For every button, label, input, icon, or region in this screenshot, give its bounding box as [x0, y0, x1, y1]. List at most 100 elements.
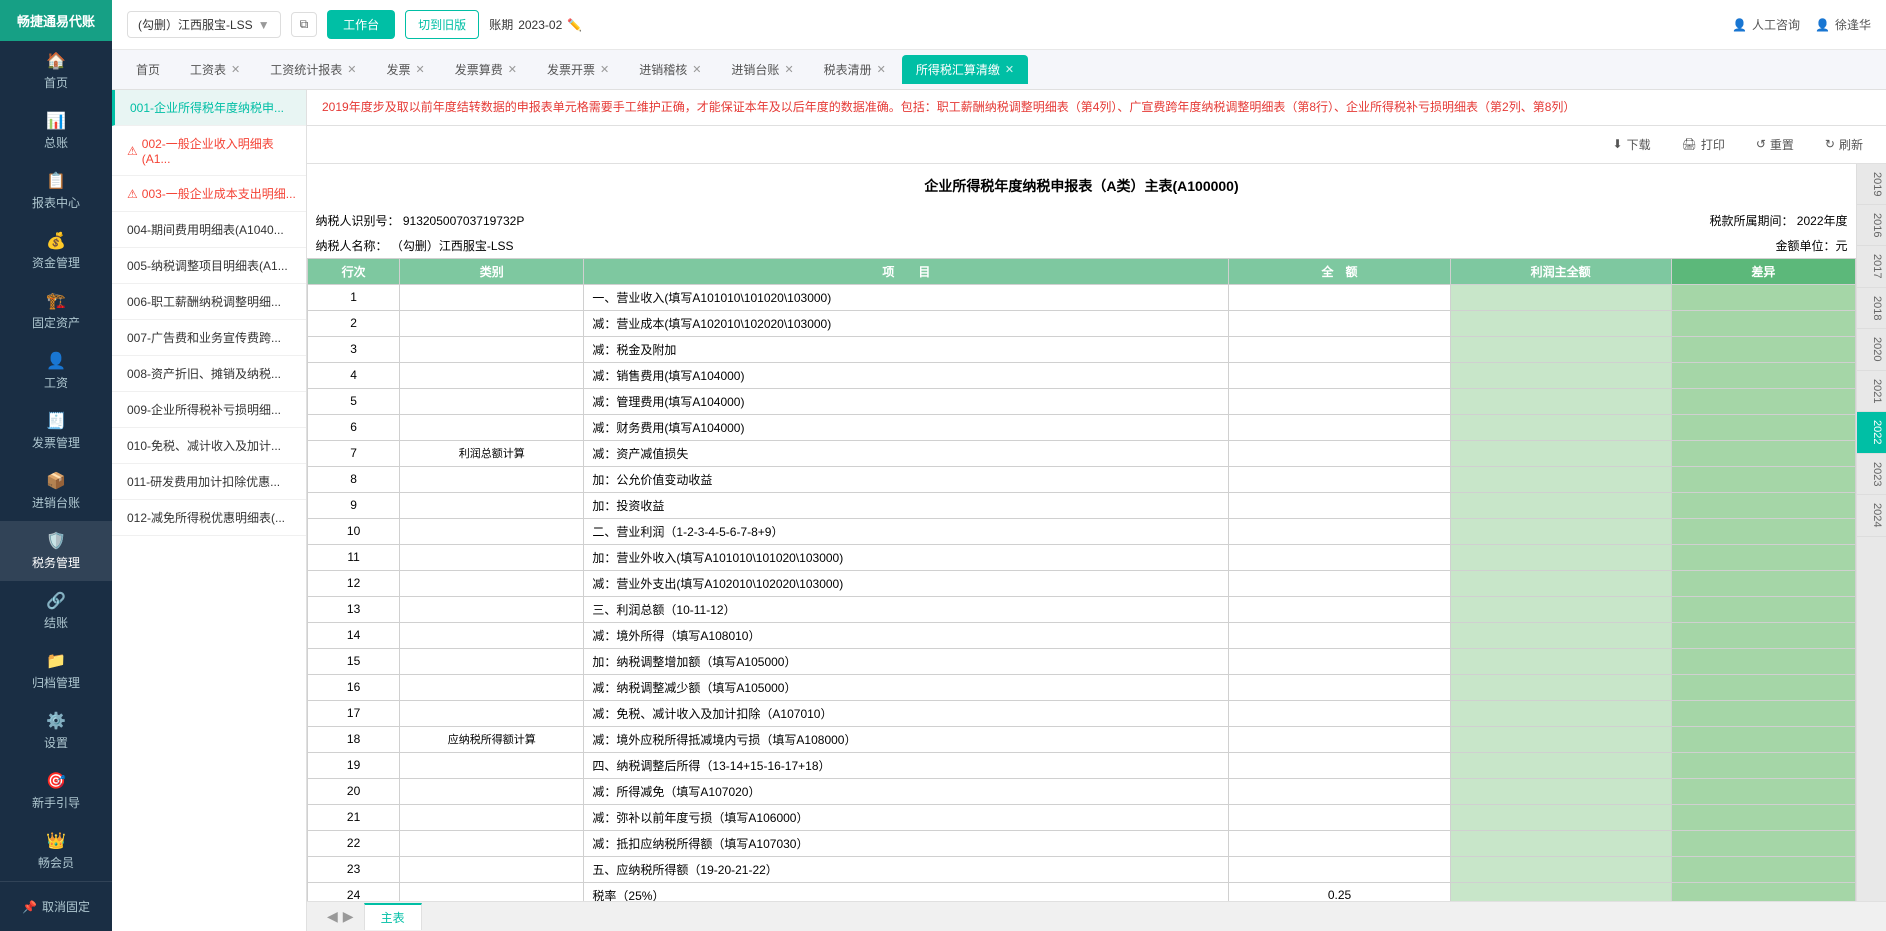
- cell-diff[interactable]: [1671, 648, 1855, 674]
- cell-value[interactable]: [1229, 830, 1450, 856]
- cell-diff[interactable]: [1671, 284, 1855, 310]
- cell-diff[interactable]: [1671, 778, 1855, 804]
- cell-diff[interactable]: [1671, 570, 1855, 596]
- download-button[interactable]: ⬇ 下载: [1605, 132, 1659, 157]
- sidebar-item-guide[interactable]: 🎯 新手引导: [0, 761, 112, 821]
- cell-value[interactable]: [1229, 362, 1450, 388]
- cell-diff[interactable]: [1671, 596, 1855, 622]
- left-item-009[interactable]: 009-企业所得税补亏损明细...: [112, 392, 306, 428]
- cell-profit[interactable]: [1450, 804, 1671, 830]
- cell-value[interactable]: [1229, 466, 1450, 492]
- cell-profit[interactable]: [1450, 856, 1671, 882]
- cell-profit[interactable]: [1450, 622, 1671, 648]
- cell-value[interactable]: [1229, 414, 1450, 440]
- cell-value[interactable]: [1229, 518, 1450, 544]
- cell-value[interactable]: [1229, 700, 1450, 726]
- tab-invoice-open[interactable]: 发票开票 ✕: [533, 55, 623, 84]
- cell-profit[interactable]: [1450, 440, 1671, 466]
- sidebar-item-finance[interactable]: 💰 资金管理: [0, 221, 112, 281]
- cell-diff[interactable]: [1671, 466, 1855, 492]
- cell-profit[interactable]: [1450, 830, 1671, 856]
- cell-diff[interactable]: [1671, 388, 1855, 414]
- cell-profit[interactable]: [1450, 752, 1671, 778]
- print-button[interactable]: 🖨 打印: [1674, 132, 1733, 157]
- left-item-003[interactable]: ⚠ 003-一般企业成本支出明细...: [112, 176, 306, 212]
- sidebar-item-reports[interactable]: 📋 报表中心: [0, 161, 112, 221]
- year-2024[interactable]: 2024: [1857, 495, 1886, 536]
- cell-diff[interactable]: [1671, 414, 1855, 440]
- cell-value[interactable]: [1229, 492, 1450, 518]
- sidebar-item-home[interactable]: 🏠 首页: [0, 41, 112, 101]
- tab-home[interactable]: 首页: [122, 55, 174, 84]
- year-2023[interactable]: 2023: [1857, 454, 1886, 495]
- workbench-button[interactable]: 工作台: [327, 10, 395, 39]
- cell-profit[interactable]: [1450, 700, 1671, 726]
- tab-income-tax[interactable]: 所得税汇算清缴 ✕: [902, 55, 1028, 84]
- ai-consult-button[interactable]: 👤 人工咨询: [1732, 16, 1800, 33]
- left-item-001[interactable]: 001-企业所得税年度纳税申...: [112, 90, 306, 126]
- cell-profit[interactable]: [1450, 388, 1671, 414]
- sidebar-item-invoice-mgmt[interactable]: 🧾 发票管理: [0, 401, 112, 461]
- cell-profit[interactable]: [1450, 284, 1671, 310]
- cell-profit[interactable]: [1450, 336, 1671, 362]
- cell-diff[interactable]: [1671, 882, 1855, 901]
- tab-invoice-calc[interactable]: 发票算费 ✕: [441, 55, 531, 84]
- cell-value[interactable]: [1229, 778, 1450, 804]
- cell-diff[interactable]: [1671, 440, 1855, 466]
- sidebar-item-member[interactable]: 👑 畅会员: [0, 821, 112, 881]
- cell-diff[interactable]: [1671, 492, 1855, 518]
- tab-salary-stats[interactable]: 工资统计报表 ✕: [256, 55, 370, 84]
- left-item-004[interactable]: 004-期间费用明细表(A1040...: [112, 212, 306, 248]
- cell-value[interactable]: [1229, 726, 1450, 752]
- sheet-nav-right[interactable]: ▶: [343, 908, 354, 925]
- sidebar-item-ledger[interactable]: 📊 总账: [0, 101, 112, 161]
- tab-tax-clear[interactable]: 税表清册 ✕: [810, 55, 900, 84]
- cell-value[interactable]: 0.25: [1229, 882, 1450, 901]
- cell-diff[interactable]: [1671, 518, 1855, 544]
- cell-diff[interactable]: [1671, 856, 1855, 882]
- tab-purchase-check-close[interactable]: ✕: [692, 63, 701, 76]
- copy-button[interactable]: ⧉: [291, 12, 318, 37]
- left-item-002[interactable]: ⚠ 002-一般企业收入明细表(A1...: [112, 126, 306, 176]
- cell-diff[interactable]: [1671, 830, 1855, 856]
- year-2017[interactable]: 2017: [1857, 246, 1886, 287]
- cell-diff[interactable]: [1671, 674, 1855, 700]
- cell-profit[interactable]: [1450, 492, 1671, 518]
- cell-diff[interactable]: [1671, 310, 1855, 336]
- cell-profit[interactable]: [1450, 648, 1671, 674]
- cell-diff[interactable]: [1671, 544, 1855, 570]
- cell-profit[interactable]: [1450, 596, 1671, 622]
- period-edit-icon[interactable]: ✏️: [567, 18, 582, 32]
- left-item-005[interactable]: 005-纳税调整项目明细表(A1...: [112, 248, 306, 284]
- cell-value[interactable]: [1229, 856, 1450, 882]
- cell-profit[interactable]: [1450, 310, 1671, 336]
- tab-purchase-ledger[interactable]: 进销台账 ✕: [717, 55, 807, 84]
- tab-invoice-calc-close[interactable]: ✕: [508, 63, 517, 76]
- cell-diff[interactable]: [1671, 362, 1855, 388]
- sidebar-item-archive[interactable]: 📁 归档管理: [0, 641, 112, 701]
- cell-profit[interactable]: [1450, 362, 1671, 388]
- cell-value[interactable]: [1229, 622, 1450, 648]
- tab-invoice-open-close[interactable]: ✕: [600, 63, 609, 76]
- cell-diff[interactable]: [1671, 804, 1855, 830]
- user-profile[interactable]: 👤 徐逢华: [1815, 16, 1871, 33]
- tab-purchase-ledger-close[interactable]: ✕: [784, 63, 793, 76]
- cell-value[interactable]: [1229, 570, 1450, 596]
- cell-profit[interactable]: [1450, 778, 1671, 804]
- left-item-008[interactable]: 008-资产折旧、摊销及纳税...: [112, 356, 306, 392]
- cell-value[interactable]: [1229, 674, 1450, 700]
- tab-income-tax-close[interactable]: ✕: [1005, 63, 1014, 76]
- tab-invoice[interactable]: 发票 ✕: [372, 55, 438, 84]
- cell-value[interactable]: [1229, 440, 1450, 466]
- sidebar-item-salary[interactable]: 👤 工资: [0, 341, 112, 401]
- year-2020[interactable]: 2020: [1857, 329, 1886, 370]
- sidebar-item-settings[interactable]: ⚙️ 设置: [0, 701, 112, 761]
- cell-value[interactable]: [1229, 336, 1450, 362]
- left-item-007[interactable]: 007-广告费和业务宣传费跨...: [112, 320, 306, 356]
- cell-profit[interactable]: [1450, 414, 1671, 440]
- cell-value[interactable]: [1229, 388, 1450, 414]
- cell-value[interactable]: [1229, 752, 1450, 778]
- cell-profit[interactable]: [1450, 570, 1671, 596]
- table-container[interactable]: 企业所得税年度纳税申报表（A类）主表(A100000) 纳税人识别号： 9132…: [307, 164, 1856, 902]
- left-item-011[interactable]: 011-研发费用加计扣除优惠...: [112, 464, 306, 500]
